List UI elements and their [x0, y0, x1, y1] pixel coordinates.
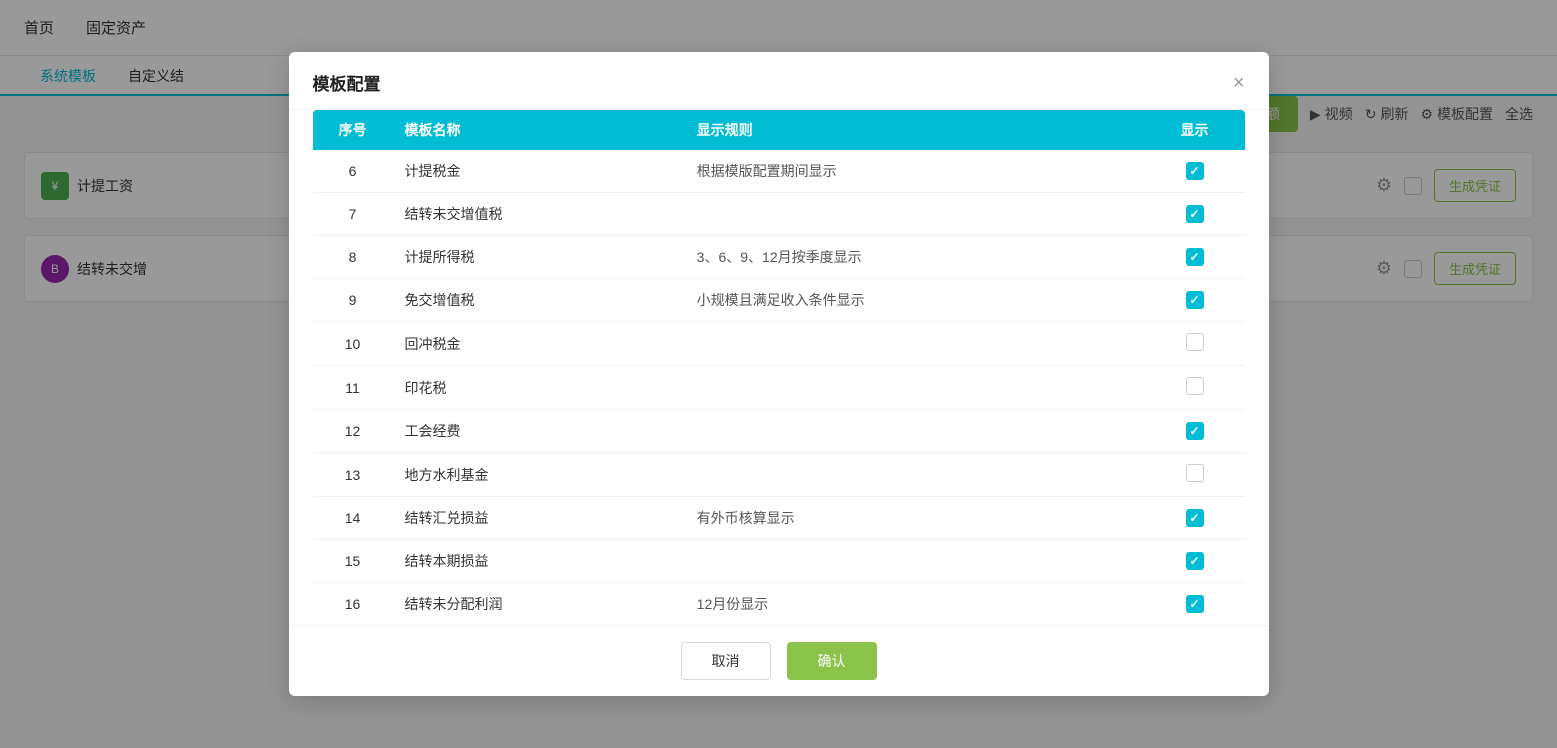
checkbox-row-0[interactable]	[1186, 162, 1204, 180]
cell-rule-9	[685, 540, 1145, 583]
table-row: 8计提所得税3、6、9、12月按季度显示	[313, 236, 1245, 279]
cell-id-10: 16	[313, 583, 393, 626]
table-row: 10回冲税金	[313, 322, 1245, 366]
cell-display-0	[1145, 150, 1245, 193]
checkbox-row-8[interactable]	[1186, 509, 1204, 527]
checkbox-row-7[interactable]	[1186, 464, 1204, 482]
cell-id-1: 7	[313, 193, 393, 236]
cancel-button[interactable]: 取消	[681, 642, 771, 680]
cell-rule-0: 根据模版配置期间显示	[685, 150, 1145, 193]
cell-rule-2: 3、6、9、12月按季度显示	[685, 236, 1145, 279]
table-row: 13地方水利基金	[313, 453, 1245, 497]
cell-rule-3: 小规模且满足收入条件显示	[685, 279, 1145, 322]
cell-display-5	[1145, 366, 1245, 410]
checkbox-row-1[interactable]	[1186, 205, 1204, 223]
cell-id-9: 15	[313, 540, 393, 583]
cell-name-0: 计提税金	[393, 150, 685, 193]
cell-id-8: 14	[313, 497, 393, 540]
modal-template-config: 模板配置 × 序号 模板名称 显示规则 显示 6计提税金根据模版配置期间显示7结…	[289, 52, 1269, 696]
cell-id-5: 11	[313, 366, 393, 410]
cell-name-4: 回冲税金	[393, 322, 685, 366]
cell-display-4	[1145, 322, 1245, 366]
checkbox-row-6[interactable]	[1186, 422, 1204, 440]
table-row: 12工会经费	[313, 410, 1245, 453]
cell-display-6	[1145, 410, 1245, 453]
table-row: 11印花税	[313, 366, 1245, 410]
col-header-id: 序号	[313, 110, 393, 150]
cell-display-8	[1145, 497, 1245, 540]
checkbox-row-5[interactable]	[1186, 377, 1204, 395]
cell-name-2: 计提所得税	[393, 236, 685, 279]
cell-id-7: 13	[313, 453, 393, 497]
cell-rule-5	[685, 366, 1145, 410]
cell-name-8: 结转汇兑损益	[393, 497, 685, 540]
table-row: 7结转未交增值税	[313, 193, 1245, 236]
checkbox-row-9[interactable]	[1186, 552, 1204, 570]
col-header-display: 显示	[1145, 110, 1245, 150]
cell-name-5: 印花税	[393, 366, 685, 410]
col-header-rule: 显示规则	[685, 110, 1145, 150]
checkbox-row-10[interactable]	[1186, 595, 1204, 613]
cell-rule-8: 有外币核算显示	[685, 497, 1145, 540]
modal-table-container: 序号 模板名称 显示规则 显示 6计提税金根据模版配置期间显示7结转未交增值税8…	[289, 110, 1269, 625]
table-row: 15结转本期损益	[313, 540, 1245, 583]
checkbox-row-4[interactable]	[1186, 333, 1204, 351]
modal-close-button[interactable]: ×	[1233, 73, 1245, 93]
cell-name-9: 结转本期损益	[393, 540, 685, 583]
col-header-name: 模板名称	[393, 110, 685, 150]
cell-name-10: 结转未分配利润	[393, 583, 685, 626]
cell-name-1: 结转未交增值税	[393, 193, 685, 236]
cell-display-1	[1145, 193, 1245, 236]
cell-rule-7	[685, 453, 1145, 497]
table-header-row: 序号 模板名称 显示规则 显示	[313, 110, 1245, 150]
cell-id-6: 12	[313, 410, 393, 453]
cell-display-10	[1145, 583, 1245, 626]
cell-name-3: 免交增值税	[393, 279, 685, 322]
cell-id-3: 9	[313, 279, 393, 322]
table-row: 9免交增值税小规模且满足收入条件显示	[313, 279, 1245, 322]
checkbox-row-3[interactable]	[1186, 291, 1204, 309]
cell-rule-6	[685, 410, 1145, 453]
table-row: 6计提税金根据模版配置期间显示	[313, 150, 1245, 193]
cell-id-0: 6	[313, 150, 393, 193]
cell-rule-4	[685, 322, 1145, 366]
confirm-button[interactable]: 确认	[787, 642, 877, 680]
cell-display-9	[1145, 540, 1245, 583]
config-table: 序号 模板名称 显示规则 显示 6计提税金根据模版配置期间显示7结转未交增值税8…	[313, 110, 1245, 625]
table-row: 16结转未分配利润12月份显示	[313, 583, 1245, 626]
cell-rule-10: 12月份显示	[685, 583, 1145, 626]
modal-header: 模板配置 ×	[289, 52, 1269, 110]
cell-id-2: 8	[313, 236, 393, 279]
modal-overlay: 模板配置 × 序号 模板名称 显示规则 显示 6计提税金根据模版配置期间显示7结…	[0, 0, 1557, 748]
cell-display-2	[1145, 236, 1245, 279]
checkbox-row-2[interactable]	[1186, 248, 1204, 266]
cell-name-7: 地方水利基金	[393, 453, 685, 497]
cell-display-3	[1145, 279, 1245, 322]
cell-id-4: 10	[313, 322, 393, 366]
modal-title: 模板配置	[313, 70, 381, 95]
cell-rule-1	[685, 193, 1145, 236]
modal-footer: 取消 确认	[289, 625, 1269, 696]
cell-name-6: 工会经费	[393, 410, 685, 453]
cell-display-7	[1145, 453, 1245, 497]
table-row: 14结转汇兑损益有外币核算显示	[313, 497, 1245, 540]
